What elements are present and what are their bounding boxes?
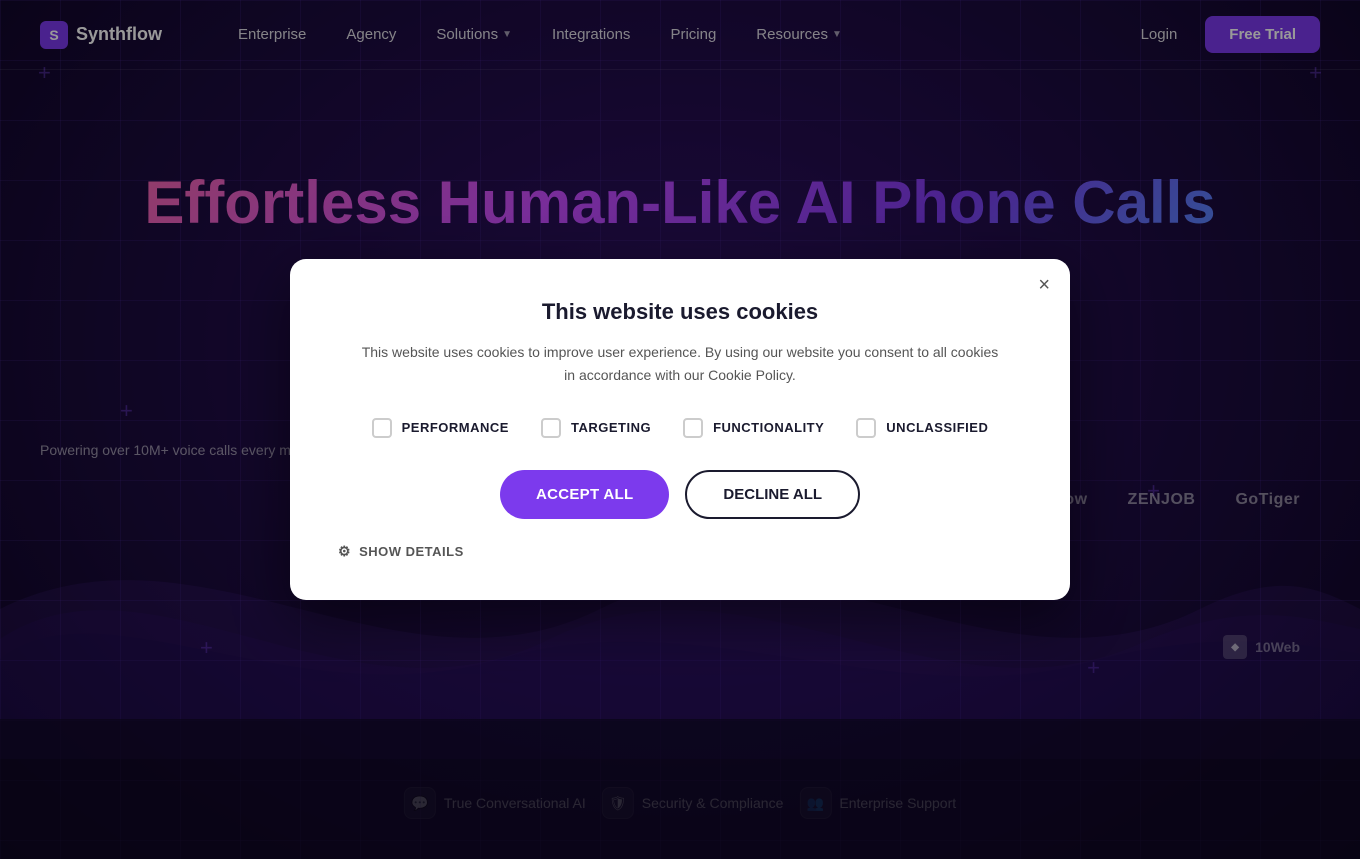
targeting-label: TARGETING — [571, 420, 651, 435]
functionality-label: FUNCTIONALITY — [713, 420, 824, 435]
cookie-modal-description: This website uses cookies to improve use… — [338, 341, 1022, 386]
show-details-container: ⚙ SHOW DETAILS — [338, 543, 1022, 560]
unclassified-checkbox[interactable] — [856, 418, 876, 438]
modal-close-button[interactable]: × — [1038, 275, 1050, 295]
accept-all-button[interactable]: ACCEPT ALL — [500, 470, 669, 519]
decline-all-button[interactable]: DECLINE ALL — [685, 470, 860, 519]
targeting-checkbox[interactable] — [541, 418, 561, 438]
cookie-option-targeting[interactable]: TARGETING — [541, 418, 651, 438]
modal-buttons: ACCEPT ALL DECLINE ALL — [338, 470, 1022, 519]
functionality-checkbox[interactable] — [683, 418, 703, 438]
cookie-option-performance[interactable]: PERFORMANCE — [372, 418, 509, 438]
show-details-button[interactable]: ⚙ SHOW DETAILS — [338, 543, 464, 560]
gear-icon: ⚙ — [338, 543, 351, 560]
cookie-option-functionality[interactable]: FUNCTIONALITY — [683, 418, 824, 438]
performance-checkbox[interactable] — [372, 418, 392, 438]
modal-overlay[interactable]: × This website uses cookies This website… — [0, 0, 1360, 859]
cookie-options: PERFORMANCE TARGETING FUNCTIONALITY UNCL… — [338, 418, 1022, 438]
cookie-option-unclassified[interactable]: UNCLASSIFIED — [856, 418, 988, 438]
show-details-label: SHOW DETAILS — [359, 544, 464, 559]
cookie-modal-title: This website uses cookies — [338, 299, 1022, 325]
performance-label: PERFORMANCE — [402, 420, 509, 435]
unclassified-label: UNCLASSIFIED — [886, 420, 988, 435]
cookie-modal: × This website uses cookies This website… — [290, 259, 1070, 600]
